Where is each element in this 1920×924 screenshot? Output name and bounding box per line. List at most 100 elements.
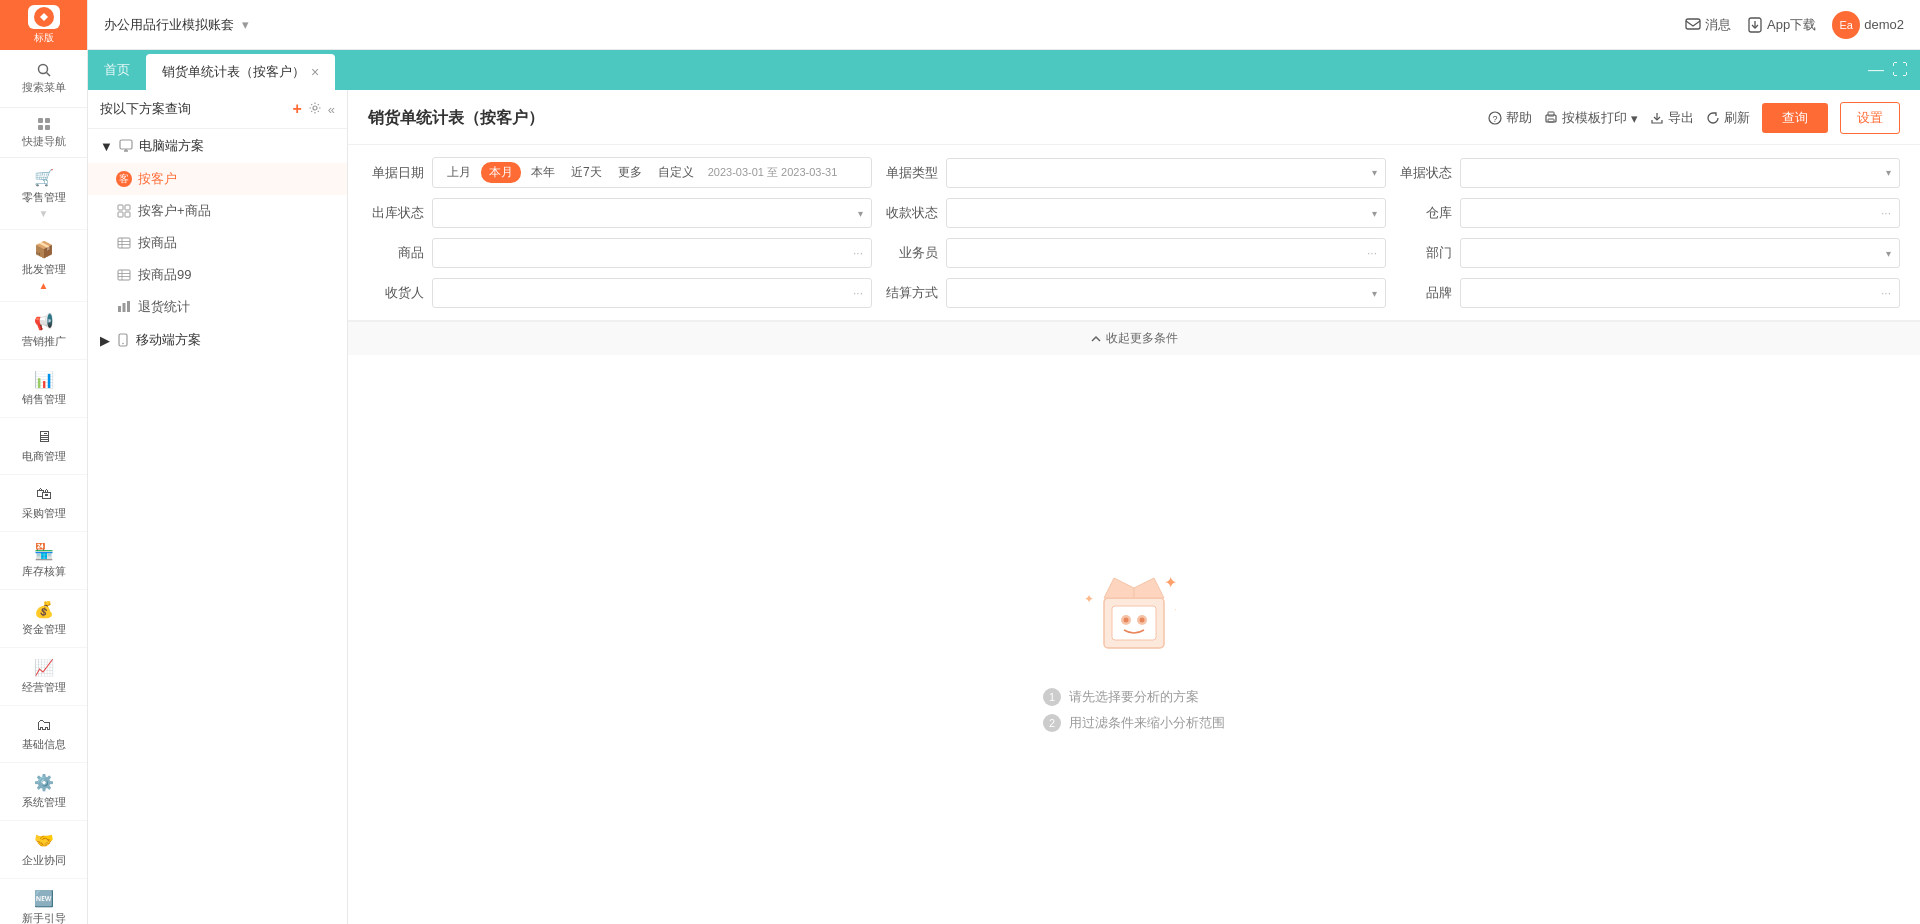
message-button[interactable]: 消息 bbox=[1685, 16, 1731, 34]
header-left: 办公用品行业模拟账套 ▾ bbox=[104, 16, 249, 34]
tab-home[interactable]: 首页 bbox=[88, 50, 146, 90]
active-scheme-icon: 客 bbox=[116, 171, 132, 187]
date-tab-this-year[interactable]: 本年 bbox=[525, 162, 561, 183]
filter-row-1: 单据日期 上月 本月 本年 近7天 更多 自定义 2023-03-01 至 20… bbox=[368, 157, 1900, 188]
sidebar-item-ecommerce[interactable]: 🖥 电商管理 bbox=[0, 418, 87, 475]
tab-maximize-button[interactable]: ⛶ bbox=[1892, 61, 1908, 79]
sidebar-item-label: 库存核算 bbox=[22, 564, 66, 579]
scheme-add-button[interactable]: + bbox=[292, 100, 301, 118]
sidebar-item-system[interactable]: ⚙️ 系统管理 bbox=[0, 763, 87, 821]
doc-status-arrow: ▾ bbox=[1886, 167, 1891, 178]
svg-rect-28 bbox=[127, 301, 130, 312]
sales-icon: 📊 bbox=[34, 370, 54, 389]
user-menu[interactable]: Ea demo2 bbox=[1832, 11, 1904, 39]
date-tab-last-7-days[interactable]: 近7天 bbox=[565, 162, 608, 183]
mobile-collapse-icon: ▶ bbox=[100, 333, 110, 348]
sidebar-item-guide[interactable]: 🆕 新手引导 bbox=[0, 879, 87, 924]
goods-dots[interactable]: ··· bbox=[853, 246, 863, 260]
scheme-item-by-customer[interactable]: 客 按客户 bbox=[88, 163, 347, 195]
tab-close-button[interactable]: × bbox=[311, 64, 319, 80]
retail-arrow: ▼ bbox=[39, 208, 49, 219]
sidebar-item-label: 电商管理 bbox=[22, 449, 66, 464]
sidebar-item-inventory[interactable]: 🏪 库存核算 bbox=[0, 532, 87, 590]
consignee-select[interactable]: ··· bbox=[432, 278, 872, 308]
svg-rect-18 bbox=[118, 238, 130, 248]
warehouse-select[interactable]: ··· bbox=[1460, 198, 1900, 228]
date-tab-this-month[interactable]: 本月 bbox=[481, 162, 521, 183]
print-button[interactable]: 按模板打印 ▾ bbox=[1544, 109, 1638, 127]
wholesale-icon: 📦 bbox=[34, 240, 54, 259]
retail-icon: 🛒 bbox=[34, 168, 54, 187]
scheme-group-pc-header[interactable]: ▼ 电脑端方案 bbox=[88, 129, 347, 163]
sidebar-item-basic[interactable]: 🗂 基础信息 bbox=[0, 706, 87, 763]
consignee-dots[interactable]: ··· bbox=[853, 286, 863, 300]
left-scheme-panel: 按以下方案查询 + « ▼ bbox=[88, 90, 348, 924]
stock-status-select[interactable]: ▾ bbox=[432, 198, 872, 228]
filter-row-3: 商品 ··· 业务员 ··· 部门 bbox=[368, 238, 1900, 268]
brand-select[interactable]: ··· bbox=[1460, 278, 1900, 308]
tab-minimize-button[interactable]: — bbox=[1868, 61, 1884, 79]
dept-select[interactable]: ▾ bbox=[1460, 238, 1900, 268]
collapse-conditions-button[interactable]: 收起更多条件 bbox=[348, 321, 1920, 355]
date-picker[interactable]: 上月 本月 本年 近7天 更多 自定义 2023-03-01 至 2023-03… bbox=[432, 157, 872, 188]
sidebar-item-enterprise[interactable]: 🤝 企业协同 bbox=[0, 821, 87, 879]
doc-type-select[interactable]: ▾ bbox=[946, 158, 1386, 188]
sidebar-item-retail[interactable]: 🛒 零售管理 ▼ bbox=[0, 158, 87, 230]
brand-dots[interactable]: ··· bbox=[1881, 286, 1891, 300]
svg-rect-15 bbox=[125, 205, 130, 210]
refresh-label: 刷新 bbox=[1724, 109, 1750, 127]
collapse-triangle-icon: ▼ bbox=[100, 139, 113, 154]
warehouse-dots[interactable]: ··· bbox=[1881, 206, 1891, 220]
export-button[interactable]: 导出 bbox=[1650, 109, 1694, 127]
sidebar-item-marketing[interactable]: 📢 营销推广 bbox=[0, 302, 87, 360]
filter-area: 单据日期 上月 本月 本年 近7天 更多 自定义 2023-03-01 至 20… bbox=[348, 145, 1920, 321]
date-tab-custom[interactable]: 自定义 bbox=[652, 162, 700, 183]
goods-select[interactable]: ··· bbox=[432, 238, 872, 268]
query-button[interactable]: 查询 bbox=[1762, 103, 1828, 133]
tip-text-2: 用过滤条件来缩小分析范围 bbox=[1069, 714, 1225, 732]
quick-nav-area: 快捷导航 bbox=[0, 108, 87, 158]
scheme-group-mobile-header[interactable]: ▶ 移动端方案 bbox=[88, 323, 347, 357]
scheme-item-by-goods[interactable]: 按商品 bbox=[88, 227, 347, 259]
quick-nav-button[interactable]: 快捷导航 bbox=[14, 112, 74, 153]
scheme-item-return[interactable]: 退货统计 bbox=[88, 291, 347, 323]
export-label: 导出 bbox=[1668, 109, 1694, 127]
tab-active[interactable]: 销货单统计表（按客户） × bbox=[146, 54, 335, 90]
empty-tip-2: 2 用过滤条件来缩小分析范围 bbox=[1043, 714, 1225, 732]
sidebar-item-finance[interactable]: 💰 资金管理 bbox=[0, 590, 87, 648]
sidebar-item-operations[interactable]: 📈 经营管理 bbox=[0, 648, 87, 706]
print-dropdown-icon[interactable]: ▾ bbox=[1631, 111, 1638, 126]
scheme-item-label: 按商品 bbox=[138, 234, 177, 252]
date-label: 单据日期 bbox=[368, 164, 424, 182]
tip-text-1: 请先选择要分析的方案 bbox=[1069, 688, 1199, 706]
inventory-icon: 🏪 bbox=[34, 542, 54, 561]
sidebar-item-wholesale[interactable]: 📦 批发管理 ▲ bbox=[0, 230, 87, 302]
search-menu-button[interactable]: 搜索菜单 bbox=[14, 58, 74, 99]
scheme-item-by-goods-99[interactable]: 按商品99 bbox=[88, 259, 347, 291]
settings-button[interactable]: 设置 bbox=[1840, 102, 1900, 134]
scheme-settings-button[interactable] bbox=[308, 101, 322, 118]
settlement-select[interactable]: ▾ bbox=[946, 278, 1386, 308]
doc-status-select[interactable]: ▾ bbox=[1460, 158, 1900, 188]
svg-rect-27 bbox=[123, 303, 126, 312]
sidebar-item-purchase[interactable]: 🛍 采购管理 bbox=[0, 475, 87, 532]
svg-rect-7 bbox=[1686, 19, 1700, 29]
date-tab-group: 上月 本月 本年 近7天 更多 自定义 bbox=[441, 162, 700, 183]
date-tab-more[interactable]: 更多 bbox=[612, 162, 648, 183]
scheme-collapse-button[interactable]: « bbox=[328, 102, 335, 117]
sidebar-item-label: 资金管理 bbox=[22, 622, 66, 637]
salesperson-dots[interactable]: ··· bbox=[1367, 246, 1377, 260]
refresh-button[interactable]: 刷新 bbox=[1706, 109, 1750, 127]
scheme-item-by-customer-goods[interactable]: 按客户+商品 bbox=[88, 195, 347, 227]
page-actions: ? 帮助 按模板打印 ▾ bbox=[1488, 102, 1900, 134]
wholesale-arrow: ▲ bbox=[39, 280, 49, 291]
svg-point-1 bbox=[38, 65, 47, 74]
help-button[interactable]: ? 帮助 bbox=[1488, 109, 1532, 127]
sidebar-item-sales[interactable]: 📊 销售管理 bbox=[0, 360, 87, 418]
refresh-icon bbox=[1706, 111, 1720, 125]
payment-status-select[interactable]: ▾ bbox=[946, 198, 1386, 228]
date-tab-last-month[interactable]: 上月 bbox=[441, 162, 477, 183]
app-download-button[interactable]: App下载 bbox=[1747, 16, 1816, 34]
salesperson-select[interactable]: ··· bbox=[946, 238, 1386, 268]
workspace-dropdown[interactable]: ▾ bbox=[242, 17, 249, 32]
